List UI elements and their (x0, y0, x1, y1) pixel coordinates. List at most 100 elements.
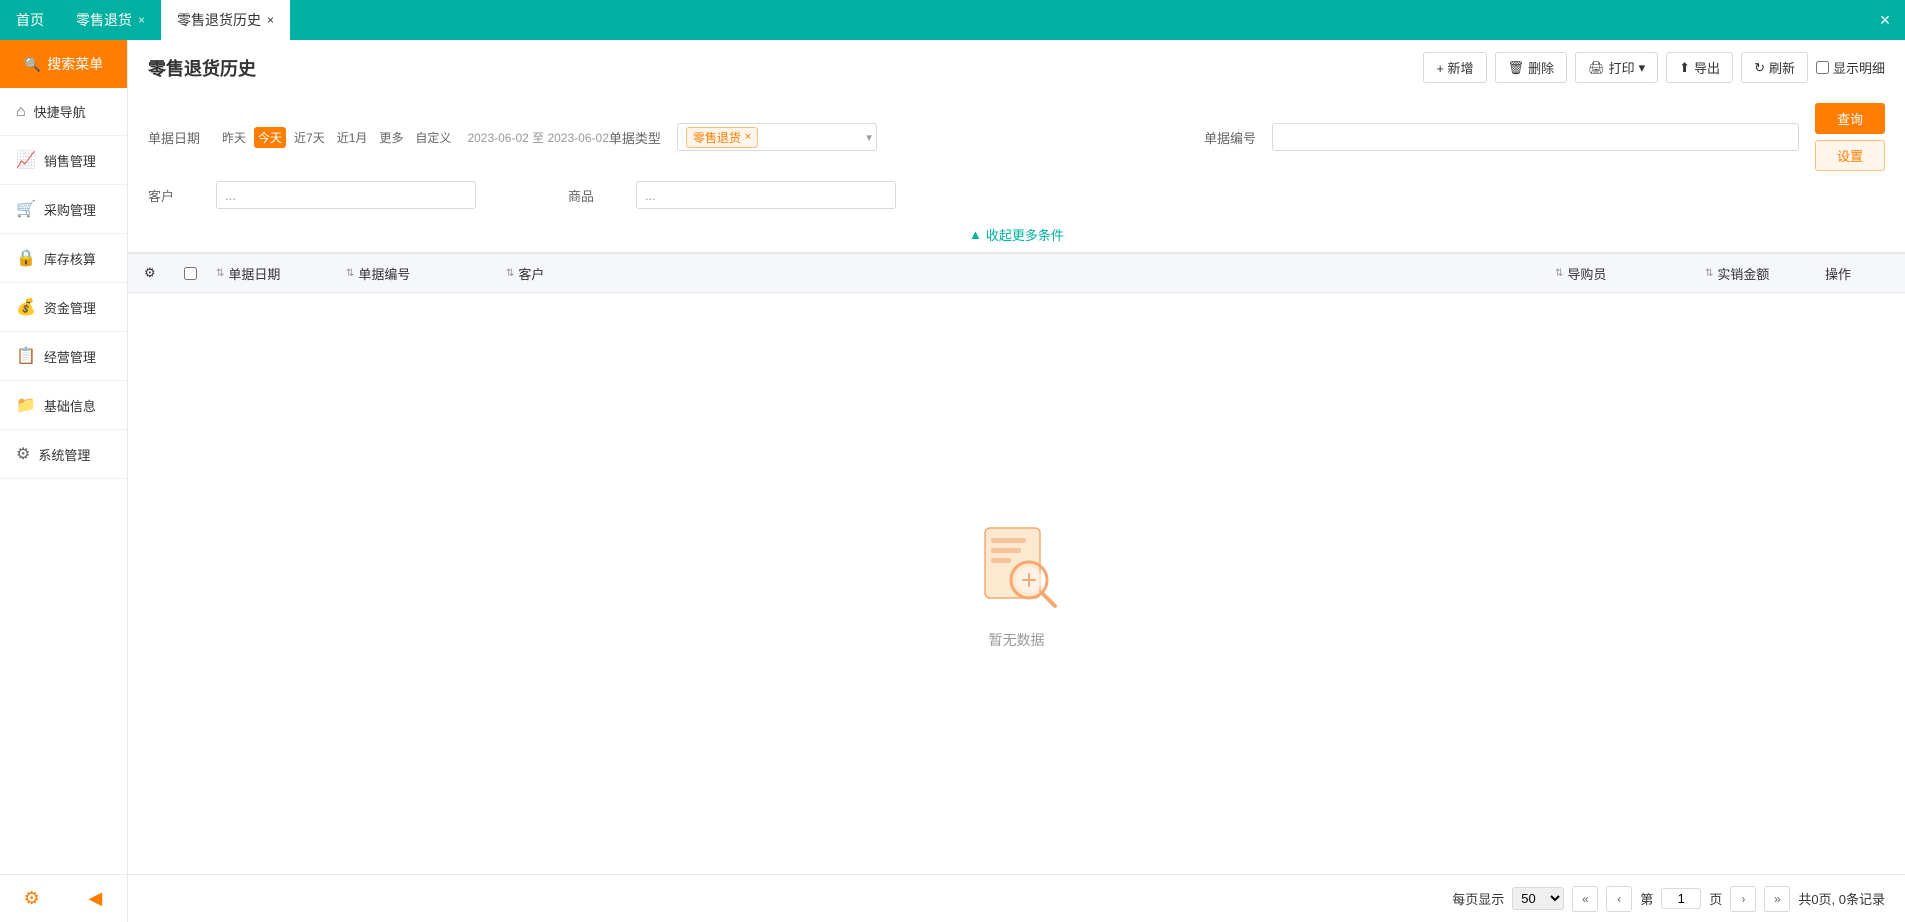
th-check[interactable] (172, 267, 208, 280)
select-all-checkbox[interactable] (184, 267, 197, 280)
sidebar-item-system[interactable]: ⚙ 系统管理 (0, 430, 127, 479)
gear-icon[interactable]: ⚙ (144, 265, 156, 281)
tab-retail-return[interactable]: 零售退货 × (60, 0, 161, 40)
window-close-button[interactable]: × (1865, 0, 1905, 40)
sidebar-item-basic-info-label: 基础信息 (44, 396, 96, 415)
sidebar-item-finance-label: 资金管理 (44, 298, 96, 317)
sort-icon-amount[interactable]: ⇅ (1705, 268, 1713, 279)
sidebar-item-finance[interactable]: 💰 资金管理 (0, 283, 127, 332)
date-opt-today[interactable]: 今天 (254, 127, 286, 148)
th-bill-label: 单据编号 (358, 264, 410, 283)
date-opt-more[interactable]: 更多 (375, 127, 407, 148)
settings-button-label: 设置 (1837, 146, 1863, 165)
customer-placeholder: ... (225, 188, 236, 203)
collapse-bar[interactable]: ▲ 收起更多条件 (148, 219, 1885, 252)
page-header-top: 零售退货历史 + 新增 🗑 删除 🖨 打印 ▾ ⬆ (148, 52, 1885, 83)
collapse-icon: ▲ (969, 227, 982, 242)
export-button[interactable]: ⬆ 导出 (1666, 52, 1733, 83)
search-icon: 🔍 (24, 56, 41, 73)
sidebar-search-label: 搜索菜单 (47, 54, 103, 74)
th-amount-label: 实销金额 (1717, 264, 1769, 283)
sort-icon-guide[interactable]: ⇅ (1555, 268, 1563, 279)
bill-type-dropdown-icon: ▾ (866, 131, 872, 144)
empty-state-text: 暂无数据 (989, 630, 1045, 650)
sort-icon-customer[interactable]: ⇅ (506, 268, 514, 279)
export-icon: ⬆ (1679, 60, 1690, 76)
bill-type-select[interactable]: 零售退货 × ▾ (677, 123, 877, 151)
new-button[interactable]: + 新增 (1423, 52, 1486, 83)
refresh-button[interactable]: ↻ 刷新 (1741, 52, 1808, 83)
first-page-button[interactable]: « (1572, 886, 1598, 912)
sidebar-item-sales-mgmt[interactable]: 📈 销售管理 (0, 136, 127, 185)
page-unit-label: 页 (1709, 889, 1722, 908)
settings-button[interactable]: 设置 (1815, 140, 1885, 171)
date-opt-yesterday[interactable]: 昨天 (218, 127, 250, 148)
empty-state: 暂无数据 (128, 293, 1905, 874)
sidebar-item-inventory[interactable]: 🔒 库存核算 (0, 234, 127, 283)
bill-type-tag-close[interactable]: × (745, 131, 751, 143)
tab-home-label: 首页 (16, 10, 44, 30)
sort-icon-bill[interactable]: ⇅ (346, 268, 354, 279)
bill-number-input[interactable] (1272, 123, 1799, 151)
page-title: 零售退货历史 (148, 55, 256, 81)
top-nav-tabs: 首页 零售退货 × 零售退货历史 × (0, 0, 1865, 40)
finance-icon: 💰 (16, 297, 36, 317)
system-icon: ⚙ (16, 444, 30, 464)
th-date: ⇅ 单据日期 (208, 264, 338, 283)
th-amount: ⇅ 实销金额 (1697, 264, 1817, 283)
tab-retail-return-close[interactable]: × (138, 13, 145, 27)
date-range: 2023-06-02 至 2023-06-02 (467, 129, 608, 146)
sidebar-item-quick-nav-label: 快捷导航 (34, 102, 86, 121)
bill-type-tag: 零售退货 × (686, 127, 758, 148)
prev-page-button[interactable]: ‹ (1606, 886, 1632, 912)
sidebar-item-operations[interactable]: 📋 经营管理 (0, 332, 127, 381)
sidebar-item-inventory-label: 库存核算 (44, 249, 96, 268)
page-label: 第 (1640, 889, 1653, 908)
total-label: 共0页, 0条记录 (1798, 889, 1885, 908)
goods-select[interactable]: ... (636, 181, 896, 209)
th-gear[interactable]: ⚙ (136, 265, 172, 281)
customer-select[interactable]: ... (216, 181, 476, 209)
main-content: 零售退货历史 + 新增 🗑 删除 🖨 打印 ▾ ⬆ (128, 40, 1905, 922)
inventory-icon: 🔒 (16, 248, 36, 268)
sidebar-item-purchase-mgmt[interactable]: 🛒 采购管理 (0, 185, 127, 234)
last-page-button[interactable]: » (1764, 886, 1790, 912)
date-opt-7days[interactable]: 近7天 (290, 127, 329, 148)
sort-icon-date[interactable]: ⇅ (216, 268, 224, 279)
sidebar-collapse-button[interactable]: ◀ (64, 875, 128, 922)
date-opt-1month[interactable]: 近1月 (333, 127, 372, 148)
delete-button-label: 删除 (1528, 58, 1554, 77)
sidebar-item-quick-nav[interactable]: ⌂ 快捷导航 (0, 88, 127, 136)
show-detail-wrap: 显示明细 (1816, 58, 1885, 77)
prev-page-icon: ‹ (1617, 892, 1621, 906)
print-arrow-icon: ▾ (1639, 60, 1646, 76)
tab-retail-return-history[interactable]: 零售退货历史 × (161, 0, 290, 40)
date-opt-custom[interactable]: 自定义 (411, 127, 455, 148)
query-button[interactable]: 查询 (1815, 103, 1885, 134)
tab-retail-return-history-label: 零售退货历史 (177, 10, 261, 30)
print-icon: 🖨 (1588, 60, 1605, 76)
tab-home[interactable]: 首页 (0, 0, 60, 40)
sidebar-search[interactable]: 🔍 搜索菜单 (0, 40, 127, 88)
sidebar-item-purchase-label: 采购管理 (44, 200, 96, 219)
filter-area: 单据日期 昨天 今天 近7天 近1月 更多 自定义 2023-06-02 至 2… (148, 93, 1885, 252)
next-page-button[interactable]: › (1730, 886, 1756, 912)
print-button[interactable]: 🖨 打印 ▾ (1575, 52, 1658, 83)
sidebar-bottom: ⚙ ◀ (0, 874, 127, 922)
refresh-button-label: 刷新 (1769, 58, 1795, 77)
date-options: 昨天 今天 近7天 近1月 更多 自定义 (218, 127, 455, 148)
per-page-select[interactable]: 50 10 20 100 (1512, 887, 1564, 910)
sidebar-item-sales-label: 销售管理 (44, 151, 96, 170)
page-number-input[interactable] (1661, 888, 1701, 909)
empty-icon (967, 518, 1067, 618)
bill-type-tag-value: 零售退货 (693, 129, 741, 146)
show-detail-checkbox[interactable] (1816, 61, 1829, 74)
table-header: ⚙ ⇅ 单据日期 ⇅ 单据编号 ⇅ 客户 ⇅ (128, 253, 1905, 293)
tab-retail-return-history-close[interactable]: × (267, 13, 274, 27)
table-area: ⚙ ⇅ 单据日期 ⇅ 单据编号 ⇅ 客户 ⇅ (128, 253, 1905, 922)
sidebar-settings-button[interactable]: ⚙ (0, 875, 64, 922)
th-customer: ⇅ 客户 (498, 264, 1547, 283)
delete-button[interactable]: 🗑 删除 (1495, 52, 1568, 83)
filter-row-2: 客户 ... 商品 ... (148, 181, 1885, 209)
sidebar-item-basic-info[interactable]: 📁 基础信息 (0, 381, 127, 430)
